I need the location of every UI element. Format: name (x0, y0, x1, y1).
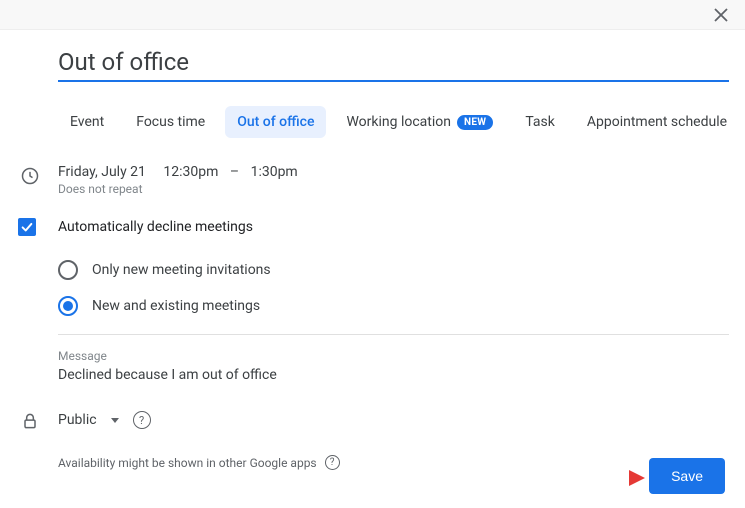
visibility-value: Public (58, 412, 97, 428)
help-icon[interactable]: ? (325, 455, 340, 470)
tab-event[interactable]: Event (58, 106, 116, 138)
tab-appointment-schedule[interactable]: Appointment schedule (575, 106, 739, 138)
chevron-down-icon (111, 418, 119, 423)
repeat-text[interactable]: Does not repeat (58, 182, 729, 196)
event-title-field[interactable]: Out of office (58, 48, 729, 82)
divider (58, 334, 729, 335)
message-field[interactable]: Declined because I am out of office (58, 367, 729, 383)
tab-out-of-office[interactable]: Out of office (225, 106, 326, 138)
clock-icon (16, 164, 58, 186)
new-badge: NEW (457, 115, 493, 130)
help-icon[interactable]: ? (133, 411, 151, 429)
tab-task[interactable]: Task (513, 106, 567, 138)
radio-icon (58, 296, 78, 316)
auto-decline-checkbox[interactable] (18, 218, 36, 236)
save-button[interactable]: Save (649, 458, 725, 494)
tab-working-location[interactable]: Working location NEW (334, 106, 505, 138)
radio-only-new[interactable]: Only new meeting invitations (58, 252, 729, 288)
visibility-select[interactable]: Public (58, 412, 119, 428)
date-text: Friday, July 21 (58, 164, 146, 180)
radio-label: New and existing meetings (92, 298, 260, 314)
availability-note: Availability might be shown in other Goo… (58, 456, 317, 470)
end-time: 1:30pm (251, 164, 298, 180)
start-time: 12:30pm (163, 164, 218, 180)
radio-icon (58, 260, 78, 280)
message-label: Message (58, 349, 729, 363)
lock-icon (16, 409, 58, 431)
auto-decline-label: Automatically decline meetings (58, 219, 253, 235)
event-title-text: Out of office (58, 48, 729, 76)
time-separator: – (230, 164, 239, 180)
close-icon[interactable] (711, 5, 731, 25)
datetime-display[interactable]: Friday, July 21 12:30pm – 1:30pm (58, 164, 729, 180)
event-type-tabs: Event Focus time Out of office Working l… (58, 106, 729, 138)
radio-new-and-existing[interactable]: New and existing meetings (58, 288, 729, 324)
dialog-topbar (0, 0, 745, 30)
tab-focus-time[interactable]: Focus time (124, 106, 217, 138)
radio-label: Only new meeting invitations (92, 262, 271, 278)
